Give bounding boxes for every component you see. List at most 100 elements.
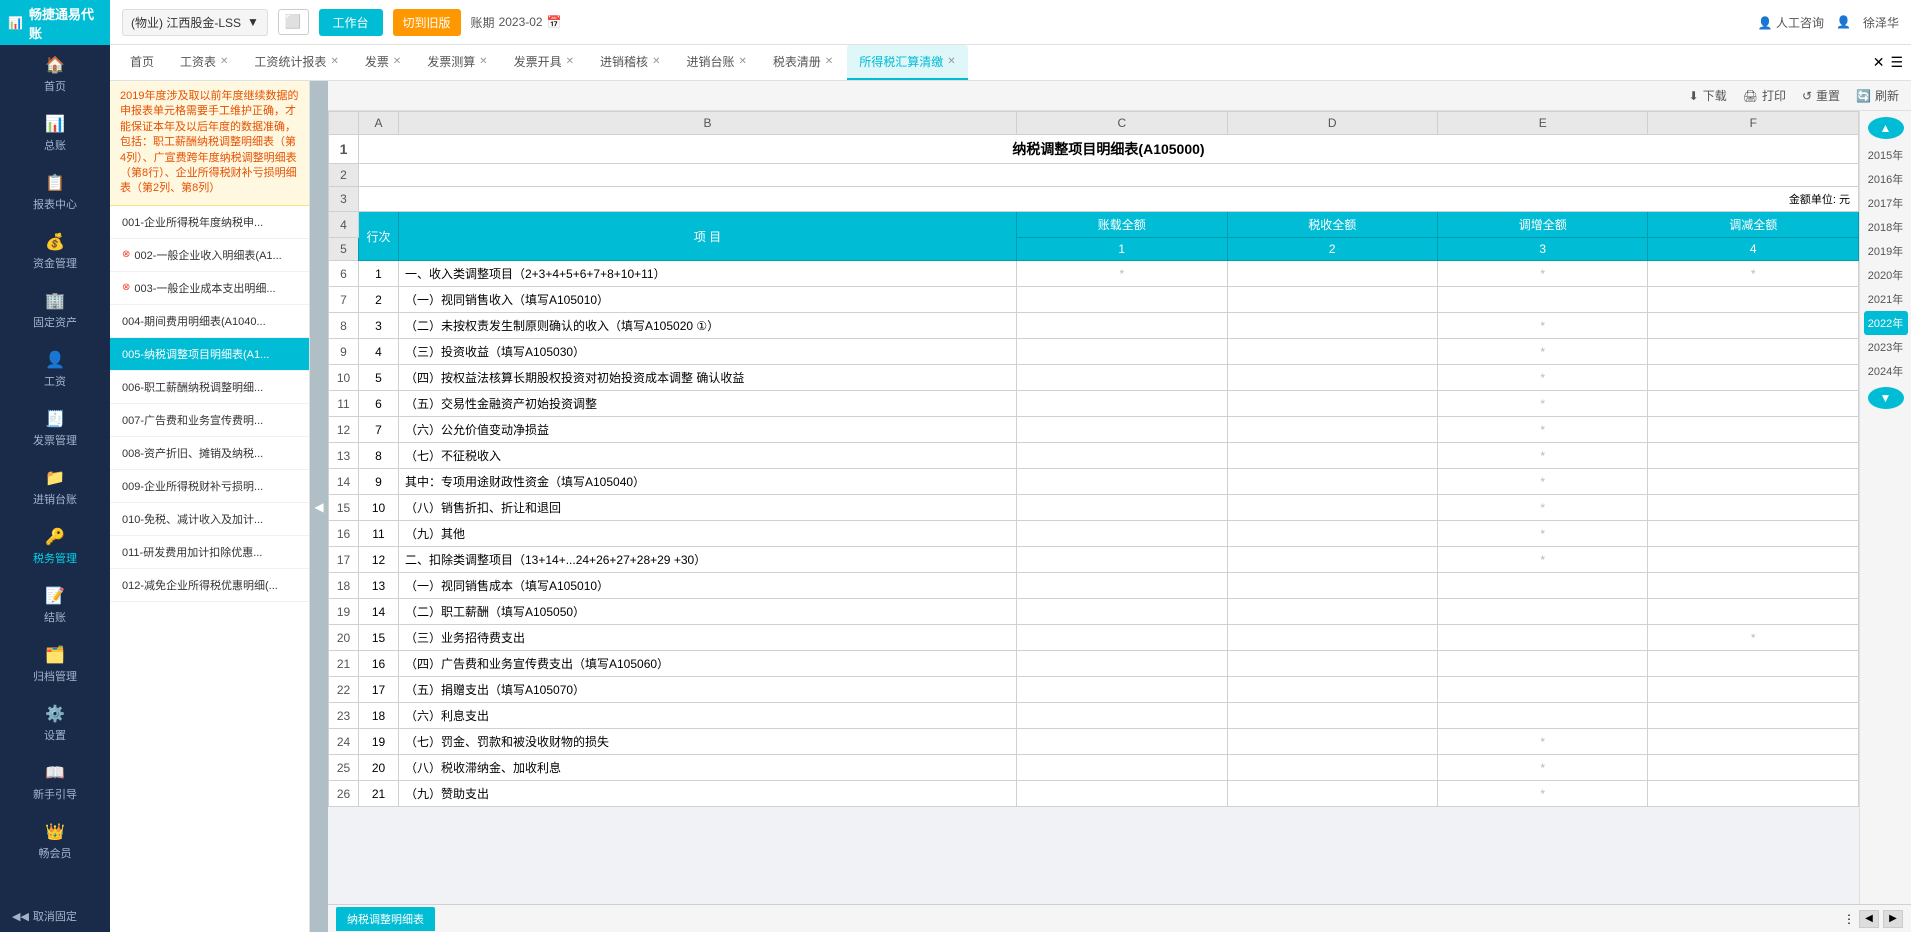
cell-col2-2[interactable] <box>1227 313 1437 339</box>
cell-col2-16[interactable] <box>1227 677 1437 703</box>
cell-col4-8[interactable] <box>1648 469 1859 495</box>
cell-col3-14[interactable] <box>1438 625 1648 651</box>
year-btn-2019年[interactable]: 2019年 <box>1864 239 1908 263</box>
cell-project-8[interactable]: 其中：专项用途财政性资金（填写A105040） <box>399 469 1017 495</box>
cell-project-17[interactable]: （六）利息支出 <box>399 703 1017 729</box>
cell-col4-18[interactable] <box>1648 729 1859 755</box>
download-button[interactable]: ⬇ 下载 <box>1689 87 1727 104</box>
sidebar-item-新手引导[interactable]: 📖新手引导 <box>0 753 110 812</box>
copy-icon-btn[interactable]: ⬜ <box>278 9 309 35</box>
cell-hang-16[interactable]: 17 <box>359 677 399 703</box>
cell-project-1[interactable]: （一）视同销售收入（填写A105010） <box>399 287 1017 313</box>
cell-col2-6[interactable] <box>1227 417 1437 443</box>
cell-col1-16[interactable] <box>1017 677 1227 703</box>
cell-col2-12[interactable] <box>1227 573 1437 599</box>
user-service[interactable]: 👤 人工咨询 <box>1758 14 1824 31</box>
cell-hang-13[interactable]: 14 <box>359 599 399 625</box>
cell-project-3[interactable]: （三）投资收益（填写A105030） <box>399 339 1017 365</box>
cell-col4-1[interactable] <box>1648 287 1859 313</box>
left-menu-item-2[interactable]: ⊗003-一般企业成本支出明细... <box>110 272 309 305</box>
cell-col4-16[interactable] <box>1648 677 1859 703</box>
sidebar-item-固定资产[interactable]: 🏢固定资产 <box>0 281 110 340</box>
cell-hang-12[interactable]: 13 <box>359 573 399 599</box>
tab-item-5[interactable]: 发票开具✕ <box>502 45 586 80</box>
cell-hang-10[interactable]: 11 <box>359 521 399 547</box>
left-menu-item-7[interactable]: 008-资产折旧、摊销及纳税... <box>110 437 309 470</box>
cell-col3-20[interactable]: * <box>1438 781 1648 807</box>
left-menu-item-1[interactable]: ⊗002-一般企业收入明细表(A1... <box>110 239 309 272</box>
tab-item-2[interactable]: 工资统计报表✕ <box>242 45 350 80</box>
spreadsheet-main[interactable]: A B C D E F 1纳税调整项目明细表(A105000)23金额单位: 元… <box>328 111 1859 904</box>
cell-col1-10[interactable] <box>1017 521 1227 547</box>
cell-col1-19[interactable] <box>1017 755 1227 781</box>
year-btn-2017年[interactable]: 2017年 <box>1864 191 1908 215</box>
cell-project-12[interactable]: （一）视同销售成本（填写A105010） <box>399 573 1017 599</box>
cell-col2-13[interactable] <box>1227 599 1437 625</box>
cell-hang-9[interactable]: 10 <box>359 495 399 521</box>
year-btn-2020年[interactable]: 2020年 <box>1864 263 1908 287</box>
tab-close-7[interactable]: ✕ <box>738 56 746 67</box>
cell-col4-3[interactable] <box>1648 339 1859 365</box>
cell-col1-14[interactable] <box>1017 625 1227 651</box>
cell-col3-2[interactable]: * <box>1438 313 1648 339</box>
close-all-tabs-button[interactable]: ✕ <box>1873 54 1885 71</box>
collapse-panel-button[interactable]: ◀ <box>310 81 328 932</box>
cell-hang-11[interactable]: 12 <box>359 547 399 573</box>
old-version-button[interactable]: 切到旧版 <box>393 9 461 36</box>
cell-col4-20[interactable] <box>1648 781 1859 807</box>
cell-col3-15[interactable] <box>1438 651 1648 677</box>
cell-col2-15[interactable] <box>1227 651 1437 677</box>
cell-col1-12[interactable] <box>1017 573 1227 599</box>
left-menu-item-3[interactable]: 004-期间费用明细表(A1040... <box>110 305 309 338</box>
cell-col1-20[interactable] <box>1017 781 1227 807</box>
cell-col4-10[interactable] <box>1648 521 1859 547</box>
left-menu-item-5[interactable]: 006-职工薪酬纳税调整明细... <box>110 371 309 404</box>
cell-col4-4[interactable] <box>1648 365 1859 391</box>
cell-col4-14[interactable]: * <box>1648 625 1859 651</box>
cell-col1-8[interactable] <box>1017 469 1227 495</box>
cell-col1-0[interactable]: * <box>1017 261 1227 287</box>
cell-col4-17[interactable] <box>1648 703 1859 729</box>
cell-hang-17[interactable]: 18 <box>359 703 399 729</box>
cell-col2-4[interactable] <box>1227 365 1437 391</box>
tab-close-2[interactable]: ✕ <box>330 56 338 67</box>
cell-project-5[interactable]: （五）交易性金融资产初始投资调整 <box>399 391 1017 417</box>
tab-close-4[interactable]: ✕ <box>479 56 487 67</box>
tab-close-9[interactable]: ✕ <box>947 56 955 67</box>
sidebar-item-结账[interactable]: 📝结账 <box>0 576 110 635</box>
cell-col3-18[interactable]: * <box>1438 729 1648 755</box>
cell-col2-17[interactable] <box>1227 703 1437 729</box>
cell-hang-2[interactable]: 3 <box>359 313 399 339</box>
cell-col2-18[interactable] <box>1227 729 1437 755</box>
cell-col1-18[interactable] <box>1017 729 1227 755</box>
cell-col2-7[interactable] <box>1227 443 1437 469</box>
cell-col4-2[interactable] <box>1648 313 1859 339</box>
sidebar-item-进销台账[interactable]: 📁进销台账 <box>0 458 110 517</box>
sidebar-item-畅会员[interactable]: 👑畅会员 <box>0 812 110 871</box>
unpin-button[interactable]: ◀◀ 取消固定 <box>0 900 110 932</box>
sidebar-item-设置[interactable]: ⚙️设置 <box>0 694 110 753</box>
cell-col1-6[interactable] <box>1017 417 1227 443</box>
cell-hang-14[interactable]: 15 <box>359 625 399 651</box>
cell-col3-12[interactable] <box>1438 573 1648 599</box>
tab-item-8[interactable]: 税表清册✕ <box>761 45 845 80</box>
reset-button[interactable]: ↺ 重置 <box>1802 87 1840 104</box>
year-btn-2016年[interactable]: 2016年 <box>1864 167 1908 191</box>
left-menu-item-8[interactable]: 009-企业所得税财补亏损明... <box>110 470 309 503</box>
cell-project-19[interactable]: （八）税收滞纳金、加收利息 <box>399 755 1017 781</box>
tab-close-8[interactable]: ✕ <box>825 56 833 67</box>
cell-col2-11[interactable] <box>1227 547 1437 573</box>
year-btn-2023年[interactable]: 2023年 <box>1864 335 1908 359</box>
cell-hang-1[interactable]: 2 <box>359 287 399 313</box>
cell-col3-5[interactable]: * <box>1438 391 1648 417</box>
cell-project-9[interactable]: （八）销售折扣、折让和退回 <box>399 495 1017 521</box>
cell-project-6[interactable]: （六）公允价值变动净损益 <box>399 417 1017 443</box>
cell-col1-1[interactable] <box>1017 287 1227 313</box>
cell-hang-5[interactable]: 6 <box>359 391 399 417</box>
cell-col1-3[interactable] <box>1017 339 1227 365</box>
cell-col4-7[interactable] <box>1648 443 1859 469</box>
sidebar-item-税务管理[interactable]: 🔑税务管理 <box>0 517 110 576</box>
cell-col1-13[interactable] <box>1017 599 1227 625</box>
tab-menu-button[interactable]: ☰ <box>1890 54 1903 71</box>
cell-project-13[interactable]: （二）职工薪酬（填写A105050） <box>399 599 1017 625</box>
